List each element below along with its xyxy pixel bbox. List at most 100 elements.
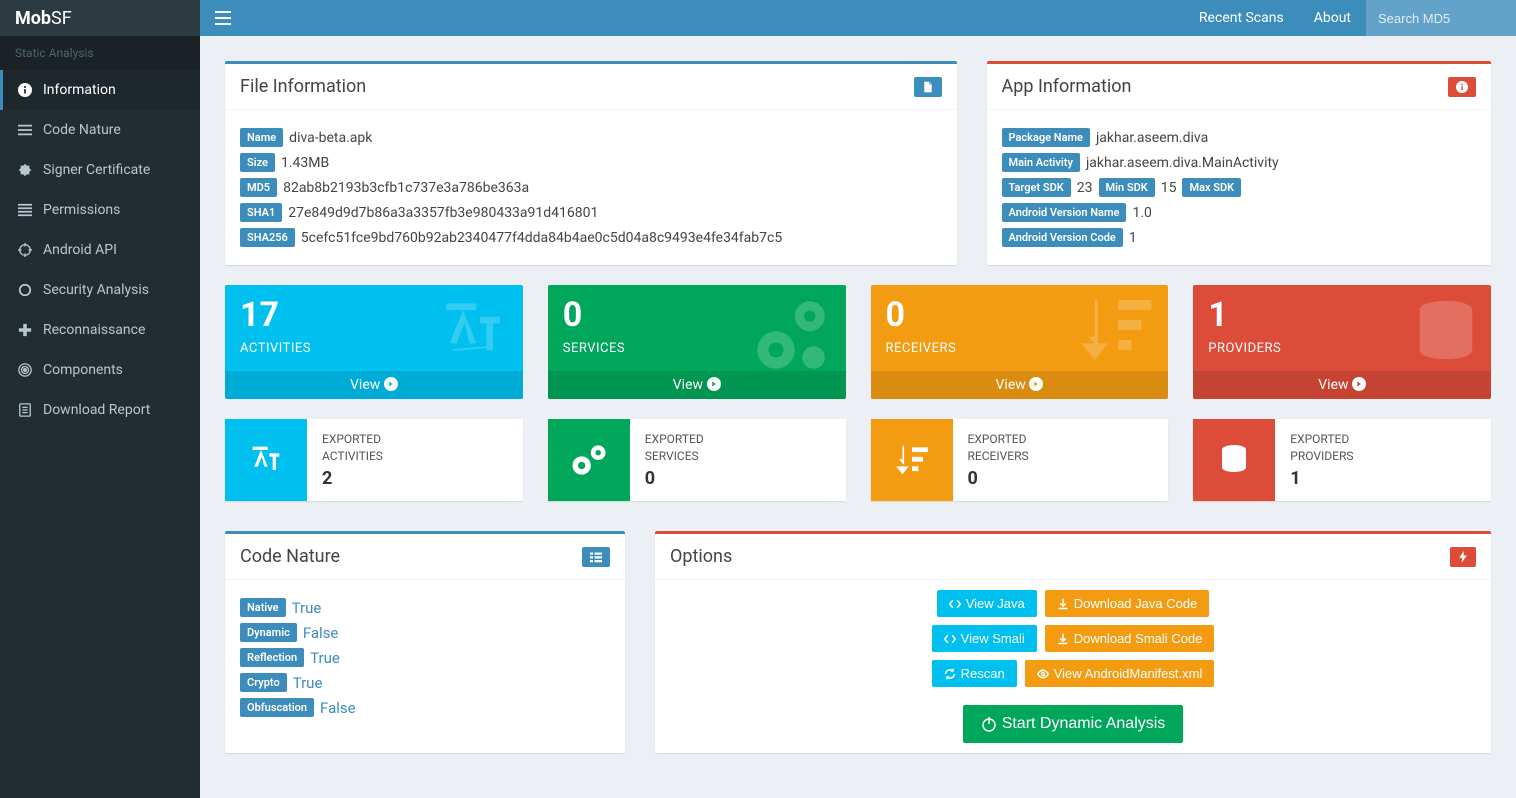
exported-activities-box: EXPORTED ACTIVITIES 2 xyxy=(225,419,523,501)
sidebar-item-information[interactable]: Information xyxy=(0,70,200,110)
sidebar-item-label: Download Report xyxy=(43,402,150,418)
badge-md5: MD5 xyxy=(240,178,277,197)
providers-stat-box: 1 PROVIDERS View xyxy=(1193,285,1491,399)
info-circle-icon xyxy=(15,83,35,97)
brand-logo[interactable]: MobSF xyxy=(0,0,200,36)
main-activity-value: jakhar.aseem.diva.MainActivity xyxy=(1086,155,1279,171)
sort-icon xyxy=(1078,290,1158,370)
list-icon xyxy=(582,547,610,567)
database-icon xyxy=(1411,290,1481,370)
view-smali-button[interactable]: View Smali xyxy=(932,625,1037,652)
arrow-right-icon xyxy=(384,377,398,391)
services-stat-box: 0 SERVICES View xyxy=(548,285,846,399)
exported-providers-count: 1 xyxy=(1290,468,1353,489)
about-link[interactable]: About xyxy=(1299,10,1366,26)
receivers-view-link[interactable]: View xyxy=(871,371,1169,399)
sidebar-item-reconnaissance[interactable]: Reconnaissance xyxy=(0,310,200,350)
box-title: Options xyxy=(670,546,1450,567)
sort-icon xyxy=(871,419,953,501)
gears-icon xyxy=(548,419,630,501)
view-java-button[interactable]: View Java xyxy=(937,590,1037,617)
package-value: jakhar.aseem.diva xyxy=(1096,130,1208,146)
badge-obfuscation: Obfuscation xyxy=(240,698,314,717)
code-icon xyxy=(949,598,961,610)
badge-max-sdk: Max SDK xyxy=(1182,178,1241,197)
providers-view-link[interactable]: View xyxy=(1193,371,1491,399)
start-dynamic-analysis-button[interactable]: Start Dynamic Analysis xyxy=(963,705,1184,743)
download-smali-button[interactable]: Download Smali Code xyxy=(1045,625,1215,652)
info-icon xyxy=(1448,77,1476,97)
sidebar-item-label: Permissions xyxy=(43,202,120,218)
sidebar-item-permissions[interactable]: Permissions xyxy=(0,190,200,230)
bolt-icon xyxy=(1450,547,1476,567)
arrow-right-icon xyxy=(1029,377,1043,391)
download-java-button[interactable]: Download Java Code xyxy=(1045,590,1210,617)
badge-size: Size xyxy=(240,153,275,172)
sidebar-item-components[interactable]: Components xyxy=(0,350,200,390)
language-icon xyxy=(225,419,307,501)
list-icon xyxy=(15,123,35,137)
options-box: Options View Java Download Java Code Vie… xyxy=(655,531,1491,753)
circle-icon xyxy=(15,283,35,297)
file-sha256-value: 5cefc51fce9bd760b92ab2340477f4dda84b4ae0… xyxy=(301,230,782,246)
arrow-right-icon xyxy=(707,377,721,391)
sidebar-item-signer-certificate[interactable]: Signer Certificate xyxy=(0,150,200,190)
bars-icon xyxy=(15,203,35,217)
sidebar: MobSF Static Analysis Information Code N… xyxy=(0,0,200,798)
exported-services-count: 0 xyxy=(645,468,704,489)
box-title: File Information xyxy=(240,76,914,97)
badge-reflection: Reflection xyxy=(240,648,304,667)
file-icon xyxy=(914,77,942,97)
badge-main-activity: Main Activity xyxy=(1002,153,1080,172)
recent-scans-link[interactable]: Recent Scans xyxy=(1184,10,1299,26)
search-input[interactable] xyxy=(1366,0,1516,36)
target-sdk-value: 23 xyxy=(1077,180,1093,196)
sidebar-item-label: Android API xyxy=(43,242,117,258)
badge-target-sdk: Target SDK xyxy=(1002,178,1071,197)
exported-activities-count: 2 xyxy=(322,468,383,489)
activities-stat-box: 17 ACTIVITIES View xyxy=(225,285,523,399)
refresh-icon xyxy=(944,668,956,680)
obfuscation-value: False xyxy=(320,699,356,717)
sidebar-item-download-report[interactable]: Download Report xyxy=(0,390,200,430)
topbar: Recent Scans About xyxy=(200,0,1516,36)
crypto-value: True xyxy=(293,674,323,692)
badge-name: Name xyxy=(240,128,283,147)
receivers-stat-box: 0 RECEIVERS View xyxy=(871,285,1169,399)
crosshair-icon xyxy=(15,243,35,257)
badge-dynamic: Dynamic xyxy=(240,623,297,642)
rescan-button[interactable]: Rescan xyxy=(932,660,1017,687)
sidebar-item-android-api[interactable]: Android API xyxy=(0,230,200,270)
download-icon xyxy=(1057,633,1069,645)
sidebar-item-label: Information xyxy=(43,82,116,98)
sidebar-item-label: Components xyxy=(43,362,123,378)
view-manifest-button[interactable]: View AndroidManifest.xml xyxy=(1025,660,1215,687)
native-value: True xyxy=(292,599,322,617)
exported-providers-box: EXPORTED PROVIDERS 1 xyxy=(1193,419,1491,501)
box-title: Code Nature xyxy=(240,546,582,567)
download-icon xyxy=(1057,598,1069,610)
database-icon xyxy=(1193,419,1275,501)
sidebar-item-label: Security Analysis xyxy=(43,282,149,298)
sidebar-item-label: Code Nature xyxy=(43,122,121,138)
badge-native: Native xyxy=(240,598,286,617)
sidebar-toggle-button[interactable] xyxy=(200,11,246,25)
language-icon xyxy=(433,290,513,370)
activities-view-link[interactable]: View xyxy=(225,371,523,399)
badge-version-name: Android Version Name xyxy=(1002,203,1127,222)
badge-package: Package Name xyxy=(1002,128,1090,147)
box-title: App Information xyxy=(1002,76,1448,97)
arrow-right-icon xyxy=(1352,377,1366,391)
sidebar-item-security-analysis[interactable]: Security Analysis xyxy=(0,270,200,310)
exported-receivers-count: 0 xyxy=(968,468,1029,489)
eye-icon xyxy=(1037,668,1049,680)
app-information-box: App Information Package Name jakhar.aseem… xyxy=(987,61,1491,265)
version-name-value: 1.0 xyxy=(1132,205,1151,221)
gears-icon xyxy=(746,290,836,380)
reflection-value: True xyxy=(310,649,340,667)
file-information-box: File Information Namediva-beta.apk Size1… xyxy=(225,61,957,265)
power-icon xyxy=(981,716,997,732)
file-md5-value: 82ab8b2193b3cfb1c737e3a786be363a xyxy=(283,180,529,196)
version-code-value: 1 xyxy=(1129,230,1137,246)
sidebar-item-code-nature[interactable]: Code Nature xyxy=(0,110,200,150)
